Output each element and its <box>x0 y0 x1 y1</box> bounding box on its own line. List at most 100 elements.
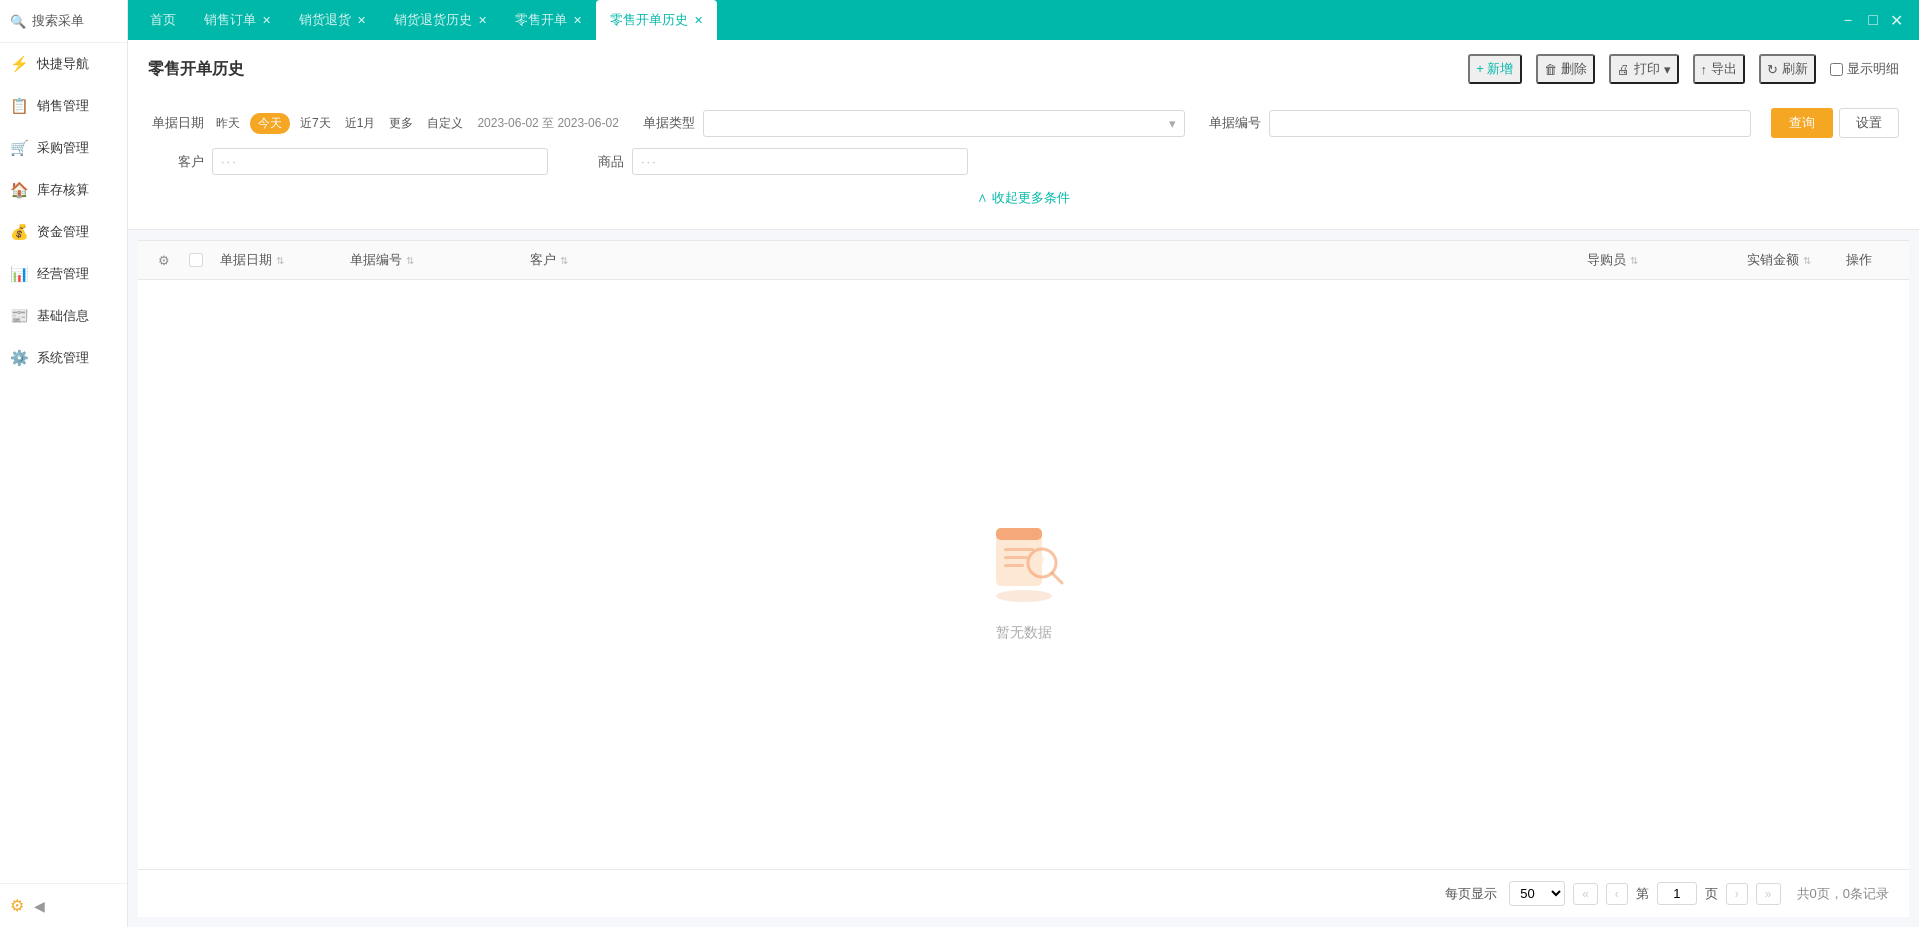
th-customer[interactable]: 客户 ⇅ <box>522 251 1579 269</box>
type-select[interactable]: ▾ <box>703 110 1185 137</box>
empty-illustration <box>974 508 1074 608</box>
date-btn-yesterday[interactable]: 昨天 <box>212 113 244 134</box>
th-num-sort-icon: ⇅ <box>406 255 414 266</box>
print-icon: 🖨 <box>1617 62 1630 77</box>
table-header-checkbox[interactable] <box>180 253 212 267</box>
tab-sales-order[interactable]: 销售订单 ✕ <box>190 0 285 40</box>
th-guide-sort-icon: ⇅ <box>1630 255 1638 266</box>
page-content: 零售开单历史 + 新增 🗑 删除 🖨 打印 ▾ ↑ 导出 <box>128 40 1919 927</box>
tab-retail-open-history[interactable]: 零售开单历史 ✕ <box>596 0 717 40</box>
type-select-arrow: ▾ <box>1169 116 1176 131</box>
print-dropdown-icon: ▾ <box>1664 62 1671 77</box>
sidebar-item-system[interactable]: ⚙️ 系统管理 <box>0 337 127 379</box>
tab-retail-open-close[interactable]: ✕ <box>573 14 582 27</box>
sidebar-item-operations[interactable]: 📊 经营管理 <box>0 253 127 295</box>
tab-retail-open-history-close[interactable]: ✕ <box>694 14 703 27</box>
filter-area: 单据日期 昨天 今天 近7天 近1月 更多 自定义 2023-06-02 至 2… <box>148 98 1899 229</box>
operations-icon: 📊 <box>10 265 29 283</box>
add-button[interactable]: + 新增 <box>1468 54 1521 84</box>
filter-item-date: 单据日期 昨天 今天 近7天 近1月 更多 自定义 2023-06-02 至 2… <box>148 113 619 134</box>
sidebar-item-quick-nav[interactable]: ⚡ 快捷导航 <box>0 43 127 85</box>
table-settings-icon[interactable]: ⚙ <box>148 253 180 268</box>
date-btn-more[interactable]: 更多 <box>385 113 417 134</box>
system-icon: ⚙️ <box>10 349 29 367</box>
svg-rect-2 <box>996 528 1042 540</box>
sidebar-collapse-icon[interactable]: ◀ <box>34 898 45 914</box>
query-button[interactable]: 查询 <box>1771 108 1833 138</box>
date-btn-1month[interactable]: 近1月 <box>341 113 380 134</box>
tab-sales-return-history[interactable]: 销货退货历史 ✕ <box>380 0 501 40</box>
date-btn-7days[interactable]: 近7天 <box>296 113 335 134</box>
num-filter-label: 单据编号 <box>1205 114 1261 132</box>
tab-sales-return-label: 销货退货 <box>299 11 351 29</box>
next-page-button[interactable]: › <box>1726 883 1748 905</box>
date-btn-custom[interactable]: 自定义 <box>423 113 467 134</box>
export-button[interactable]: ↑ 导出 <box>1693 54 1746 84</box>
collapse-more-btn[interactable]: ∧ 收起更多条件 <box>148 185 1899 215</box>
sidebar-item-sales-mgmt[interactable]: 📋 销售管理 <box>0 85 127 127</box>
delete-label: 删除 <box>1561 60 1587 78</box>
sidebar-search[interactable]: 🔍 搜索采单 <box>0 0 127 43</box>
window-minimize-icon[interactable]: － <box>1840 10 1856 31</box>
tab-retail-open-history-label: 零售开单历史 <box>610 11 688 29</box>
settings-gear-icon[interactable]: ⚙ <box>10 896 24 915</box>
page-label: 第 <box>1636 885 1649 903</box>
select-all-checkbox[interactable] <box>189 253 203 267</box>
svg-point-0 <box>996 590 1052 602</box>
th-amount[interactable]: 实销金额 ⇅ <box>1699 251 1819 269</box>
filter-item-type: 单据类型 ▾ <box>639 110 1185 137</box>
sidebar-item-label: 库存核算 <box>37 181 89 199</box>
sidebar-item-inventory[interactable]: 🏠 库存核算 <box>0 169 127 211</box>
page-input[interactable] <box>1657 882 1697 905</box>
th-num[interactable]: 单据编号 ⇅ <box>342 251 522 269</box>
last-page-button[interactable]: » <box>1756 883 1781 905</box>
refresh-button[interactable]: ↻ 刷新 <box>1759 54 1816 84</box>
display-detail-checkbox[interactable]: 显示明细 <box>1830 60 1899 78</box>
sidebar-item-finance[interactable]: 💰 资金管理 <box>0 211 127 253</box>
sidebar-item-base-info[interactable]: 📰 基础信息 <box>0 295 127 337</box>
date-btn-today[interactable]: 今天 <box>250 113 290 134</box>
print-button[interactable]: 🖨 打印 ▾ <box>1609 54 1679 84</box>
first-page-button[interactable]: « <box>1573 883 1598 905</box>
page-header: 零售开单历史 + 新增 🗑 删除 🖨 打印 ▾ ↑ 导出 <box>128 40 1919 230</box>
filter-row-2: 客户 ··· 商品 ··· <box>148 148 1899 175</box>
sidebar-item-purchase-mgmt[interactable]: 🛒 采购管理 <box>0 127 127 169</box>
num-filter-input[interactable] <box>1269 110 1751 137</box>
window-close-icon[interactable]: ✕ <box>1890 11 1903 30</box>
goods-select[interactable]: ··· <box>632 148 968 175</box>
finance-icon: 💰 <box>10 223 29 241</box>
tab-sales-order-label: 销售订单 <box>204 11 256 29</box>
tab-sales-order-close[interactable]: ✕ <box>262 14 271 27</box>
pagination: 每页显示 50 10 20 100 « ‹ 第 页 › » 共0页，0条记录 <box>138 869 1909 917</box>
th-guide-label: 导购员 <box>1587 251 1626 269</box>
th-action-label: 操作 <box>1846 251 1872 269</box>
filter-item-goods: 商品 ··· <box>568 148 968 175</box>
display-detail-check[interactable] <box>1830 63 1843 76</box>
page-suffix: 页 <box>1705 885 1718 903</box>
prev-page-button[interactable]: ‹ <box>1606 883 1628 905</box>
tab-sales-return[interactable]: 销货退货 ✕ <box>285 0 380 40</box>
svg-point-8 <box>1034 555 1044 565</box>
th-guide[interactable]: 导购员 ⇅ <box>1579 251 1699 269</box>
tab-sales-return-history-close[interactable]: ✕ <box>478 14 487 27</box>
per-page-select[interactable]: 50 10 20 100 <box>1509 881 1565 906</box>
date-options: 昨天 今天 近7天 近1月 更多 自定义 2023-06-02 至 2023-0… <box>212 113 619 134</box>
window-maximize-icon[interactable]: □ <box>1868 11 1878 29</box>
date-filter-label: 单据日期 <box>148 114 204 132</box>
purchase-mgmt-icon: 🛒 <box>10 139 29 157</box>
tab-bar-controls: － □ ✕ <box>1840 10 1911 31</box>
page-title: 零售开单历史 <box>148 59 244 80</box>
tab-home[interactable]: 首页 <box>136 0 190 40</box>
tab-sales-return-close[interactable]: ✕ <box>357 14 366 27</box>
sidebar-item-label: 经营管理 <box>37 265 89 283</box>
tab-retail-open[interactable]: 零售开单 ✕ <box>501 0 596 40</box>
svg-line-7 <box>1052 573 1062 583</box>
setting-button[interactable]: 设置 <box>1839 108 1899 138</box>
print-label: 打印 <box>1634 60 1660 78</box>
table-container: ⚙ 单据日期 ⇅ 单据编号 ⇅ 客户 ⇅ <box>138 240 1909 869</box>
th-date[interactable]: 单据日期 ⇅ <box>212 251 342 269</box>
goods-dots: ··· <box>641 154 658 169</box>
delete-button[interactable]: 🗑 删除 <box>1536 54 1595 84</box>
table-header: ⚙ 单据日期 ⇅ 单据编号 ⇅ 客户 ⇅ <box>138 240 1909 280</box>
customer-select[interactable]: ··· <box>212 148 548 175</box>
